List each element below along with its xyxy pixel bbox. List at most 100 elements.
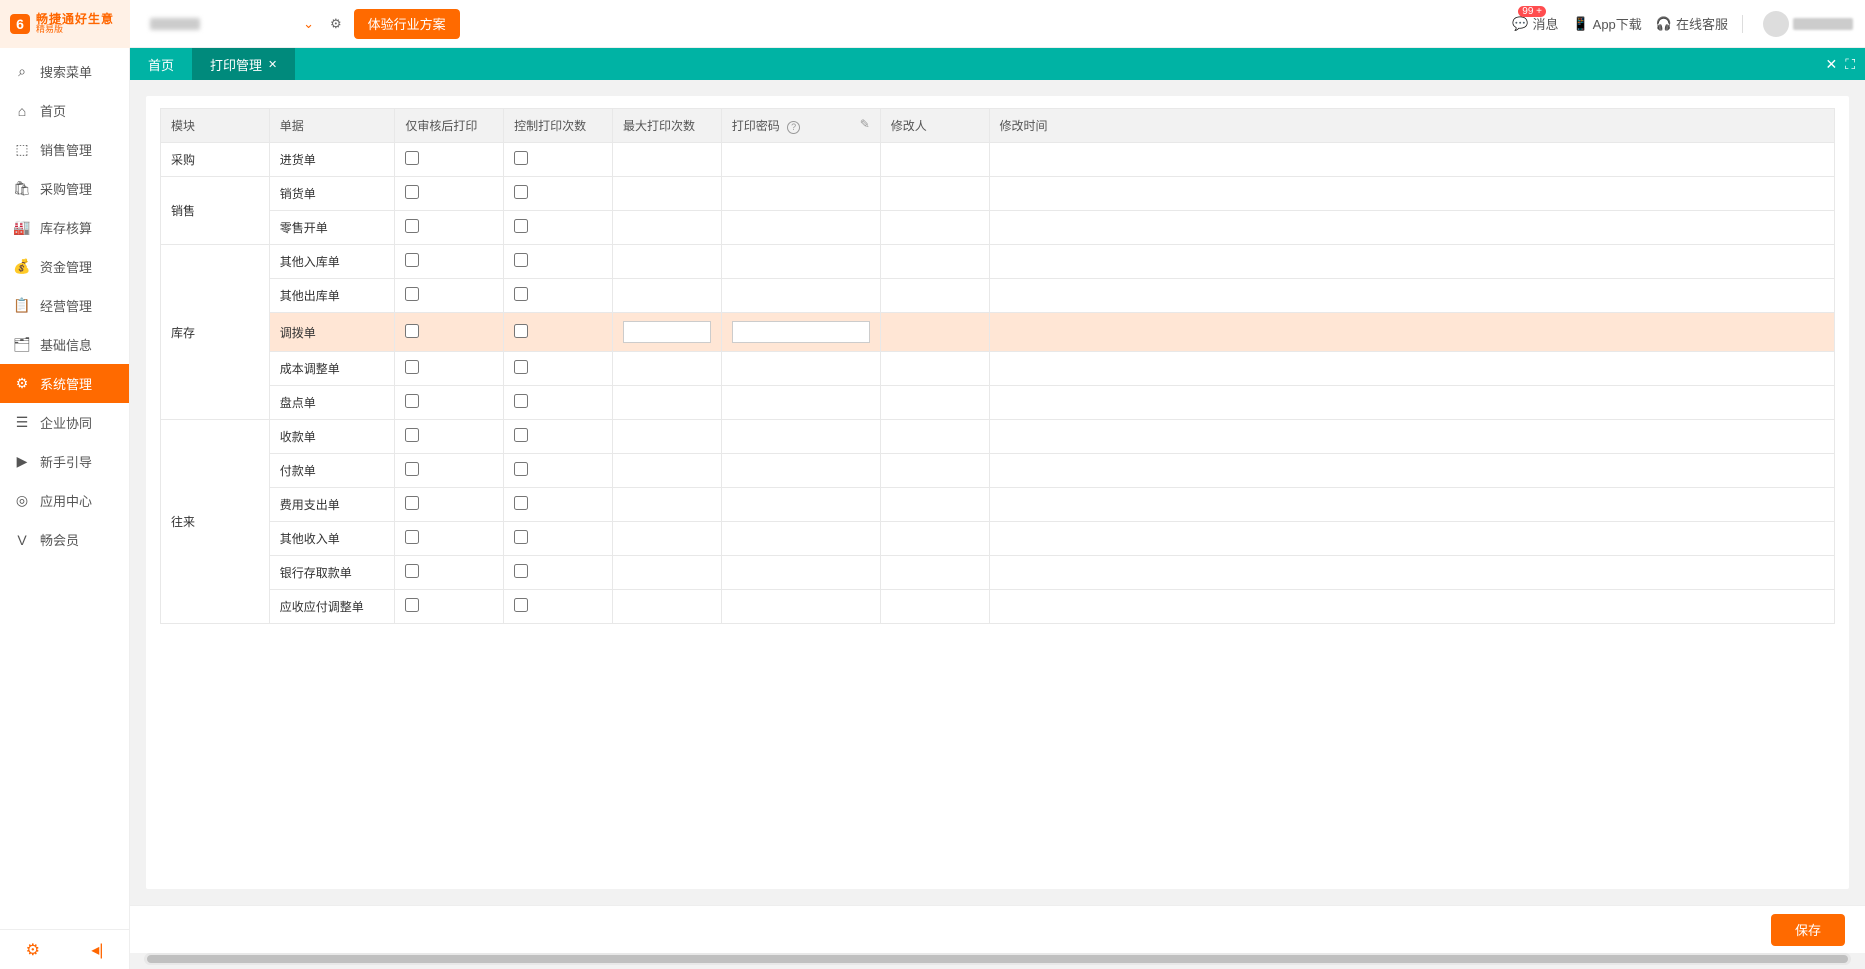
cell-module: 往来 [161,420,270,624]
password-input[interactable] [732,321,870,343]
audit-only-checkbox[interactable] [405,598,419,612]
cell-doc: 调拨单 [269,313,395,352]
close-icon[interactable]: ✕ [268,58,277,71]
audit-only-checkbox[interactable] [405,530,419,544]
audit-only-checkbox[interactable] [405,253,419,267]
audit-only-checkbox[interactable] [405,428,419,442]
user-menu[interactable] [1757,11,1853,37]
tab-print[interactable]: 打印管理✕ [192,48,295,80]
cell-audit-only [395,454,504,488]
cell-doc: 零售开单 [269,211,395,245]
control-count-checkbox[interactable] [514,496,528,510]
sidebar-item-label: 基础信息 [40,335,92,354]
cell-doc: 收款单 [269,420,395,454]
cell-max-count [612,522,721,556]
fullscreen-icon[interactable]: ⛶ [1845,56,1855,73]
col-module: 模块 [161,109,270,143]
sidebar-item-home[interactable]: ⌂首页 [0,91,129,130]
chat-icon: 💬 [1512,16,1528,32]
sidebar: ⌕搜索菜单⌂首页⬚销售管理🛍采购管理🏭库存核算💰资金管理📋经营管理🗂基础信息⚙系… [0,48,130,969]
cell-max-count [612,352,721,386]
cell-max-count [612,313,721,352]
audit-only-checkbox[interactable] [405,287,419,301]
table-row: 其他收入单 [161,522,1835,556]
cell-modify-time [989,245,1834,279]
sidebar-item-guide[interactable]: ▶新手引导 [0,442,129,481]
control-count-checkbox[interactable] [514,360,528,374]
sidebar-item-purchase[interactable]: 🛍采购管理 [0,169,129,208]
sidebar-item-member[interactable]: V畅会员 [0,520,129,559]
help-icon[interactable]: ? [787,121,800,134]
table-row: 付款单 [161,454,1835,488]
audit-only-checkbox[interactable] [405,564,419,578]
cell-password [721,177,880,211]
cell-max-count [612,556,721,590]
audit-only-checkbox[interactable] [405,360,419,374]
control-count-checkbox[interactable] [514,287,528,301]
sidebar-item-biz[interactable]: 📋经营管理 [0,286,129,325]
audit-only-checkbox[interactable] [405,394,419,408]
control-count-checkbox[interactable] [514,394,528,408]
cell-audit-only [395,279,504,313]
save-button[interactable]: 保存 [1771,914,1845,946]
sidebar-item-finance[interactable]: 💰资金管理 [0,247,129,286]
purchase-icon: 🛍 [14,181,30,197]
audit-only-checkbox[interactable] [405,151,419,165]
cell-max-count [612,279,721,313]
cell-audit-only [395,313,504,352]
control-count-checkbox[interactable] [514,324,528,338]
org-selector[interactable]: ⌄ [142,9,322,39]
tab-label: 首页 [148,55,174,74]
online-service-label: 在线客服 [1676,14,1728,33]
online-service-button[interactable]: 🎧 在线客服 [1656,14,1728,33]
cell-audit-only [395,590,504,624]
max-count-input[interactable] [623,321,711,343]
sidebar-item-system[interactable]: ⚙系统管理 [0,364,129,403]
cell-modify-time [989,488,1834,522]
cell-modify-time [989,279,1834,313]
cell-modifier [880,386,989,420]
sidebar-item-basic[interactable]: 🗂基础信息 [0,325,129,364]
audit-only-checkbox[interactable] [405,324,419,338]
edit-icon[interactable]: ✎ [860,117,870,131]
sidebar-item-sales[interactable]: ⬚销售管理 [0,130,129,169]
tab-home[interactable]: 首页 [130,48,192,80]
table-row: 采购进货单 [161,143,1835,177]
control-count-checkbox[interactable] [514,151,528,165]
audit-only-checkbox[interactable] [405,185,419,199]
divider [1742,15,1743,33]
control-count-checkbox[interactable] [514,462,528,476]
sidebar-item-appcenter[interactable]: ◎应用中心 [0,481,129,520]
app-download-button[interactable]: 📱 App下载 [1572,14,1641,33]
sidebar-item-label: 搜索菜单 [40,62,92,81]
cell-module: 采购 [161,143,270,177]
tabs-close-all-icon[interactable]: ✕ [1825,56,1837,73]
sidebar-item-stock[interactable]: 🏭库存核算 [0,208,129,247]
chevron-down-icon: ⌄ [303,16,314,32]
cell-modifier [880,488,989,522]
cell-audit-only [395,522,504,556]
audit-only-checkbox[interactable] [405,462,419,476]
control-count-checkbox[interactable] [514,428,528,442]
control-count-checkbox[interactable] [514,598,528,612]
sidebar-item-search[interactable]: ⌕搜索菜单 [0,52,129,91]
horizontal-scrollbar[interactable] [144,953,1851,965]
messages-button[interactable]: 99 + 💬 消息 [1512,14,1558,33]
gear-icon[interactable]: ⚙ [330,16,342,32]
collapse-icon[interactable]: ◂| [91,940,103,960]
control-count-checkbox[interactable] [514,564,528,578]
try-industry-button[interactable]: 体验行业方案 [354,9,460,39]
sidebar-item-coop[interactable]: ☰企业协同 [0,403,129,442]
cell-modifier [880,177,989,211]
audit-only-checkbox[interactable] [405,219,419,233]
control-count-checkbox[interactable] [514,185,528,199]
cell-audit-only [395,177,504,211]
control-count-checkbox[interactable] [514,219,528,233]
control-count-checkbox[interactable] [514,530,528,544]
control-count-checkbox[interactable] [514,253,528,267]
cell-password [721,386,880,420]
cell-password [721,245,880,279]
audit-only-checkbox[interactable] [405,496,419,510]
brand-logo[interactable]: 6 畅捷通好生意 精易版 [0,0,130,48]
settings-icon[interactable]: ⚙ [26,940,40,960]
